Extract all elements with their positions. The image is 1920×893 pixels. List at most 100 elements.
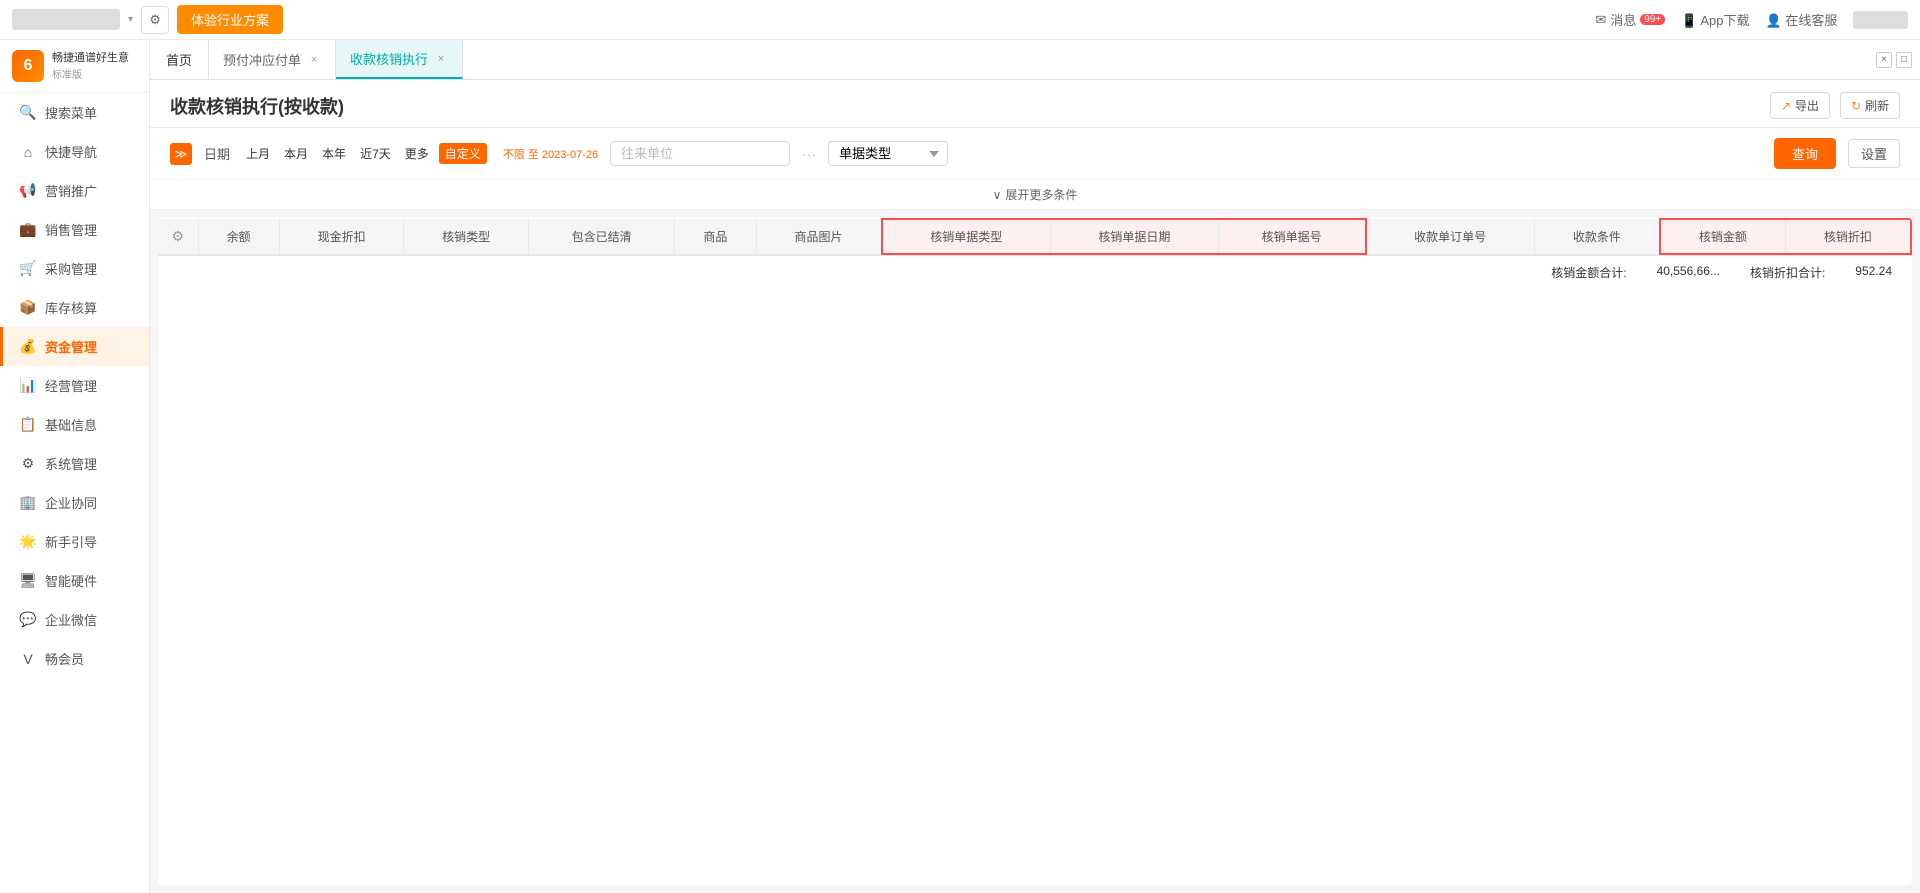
sidebar-item-management[interactable]: 📊 经营管理 <box>0 366 149 405</box>
sidebar-label-search: 搜索菜单 <box>45 103 97 122</box>
date-more[interactable]: 更多 <box>401 143 433 164</box>
basic-icon: 📋 <box>19 416 37 433</box>
sidebar-item-search[interactable]: 🔍 搜索菜单 <box>0 93 149 132</box>
date-range-text: 不限 至 2023-07-26 <box>503 149 598 161</box>
th-settings[interactable]: ⚙ <box>158 219 198 254</box>
counterparty-input[interactable] <box>610 141 790 166</box>
export-btn[interactable]: ↗ 导出 <box>1770 92 1830 119</box>
content-area: 首页 预付冲应付单 × 收款核销执行 × × □ 收款核销执行(按收款) <box>150 40 1920 893</box>
sidebar-label-inventory: 库存核算 <box>45 298 97 317</box>
top-bar-left: 企业名称 ▾ ⚙ 体验行业方案 <box>12 5 1587 34</box>
tab-receipt-label: 收款核销执行 <box>350 49 428 68</box>
th-goods-img: 商品图片 <box>756 219 882 254</box>
app-download[interactable]: 📱 App下载 <box>1681 10 1749 29</box>
tab-prepay[interactable]: 预付冲应付单 × <box>209 40 336 79</box>
table-header-row: ⚙ 余额 现金折扣 核销类型 包含已结清 商品 商品图片 核销单据类型 核销单据… <box>158 219 1911 254</box>
data-table: ⚙ 余额 现金折扣 核销类型 包含已结清 商品 商品图片 核销单据类型 核销单据… <box>158 218 1912 255</box>
th-receipt-order: 收款单订单号 <box>1366 219 1535 254</box>
bill-type-select[interactable]: 单据类型 <box>828 141 948 166</box>
top-bar-right: ✉ 消息 99+ 📱 App下载 👤 在线客服 Rit <box>1595 10 1908 29</box>
refresh-icon: ↻ <box>1851 99 1861 113</box>
company-dropdown-icon[interactable]: ▾ <box>128 14 133 25</box>
sidebar-item-inventory[interactable]: 📦 库存核算 <box>0 288 149 327</box>
sidebar-label-management: 经营管理 <box>45 376 97 395</box>
query-btn[interactable]: 查询 <box>1774 138 1836 169</box>
sidebar-label-finance: 资金管理 <box>45 337 97 356</box>
tab-home[interactable]: 首页 <box>150 40 209 79</box>
date-custom[interactable]: 自定义 <box>439 143 487 164</box>
filter-settings-btn[interactable]: 设置 <box>1848 139 1900 168</box>
settings-icon-btn[interactable]: ⚙ <box>141 6 169 34</box>
th-bill-date: 核销单据日期 <box>1050 219 1218 254</box>
sidebar-label-member: 畅会员 <box>45 649 84 668</box>
close-window-btn[interactable]: × <box>1876 52 1892 68</box>
home-icon: ⌂ <box>19 144 37 160</box>
sidebar-item-sales[interactable]: 💼 销售管理 <box>0 210 149 249</box>
date-prev-month[interactable]: 上月 <box>242 143 274 164</box>
sidebar-label-purchase: 采购管理 <box>45 259 97 278</box>
sidebar-label-basic: 基础信息 <box>45 415 97 434</box>
message-icon: ✉ <box>1595 12 1606 28</box>
th-balance: 余额 <box>198 219 279 254</box>
date-curr-month[interactable]: 本月 <box>280 143 312 164</box>
tab-receipt-close[interactable]: × <box>434 52 448 66</box>
sidebar-item-hardware[interactable]: 🖥 智能硬件 <box>0 561 149 600</box>
expand-btn[interactable]: ≫ <box>170 143 192 165</box>
industry-btn[interactable]: 体验行业方案 <box>177 5 283 34</box>
sidebar-item-basic[interactable]: 📋 基础信息 <box>0 405 149 444</box>
date-curr-year[interactable]: 本年 <box>318 143 350 164</box>
tab-prepay-close[interactable]: × <box>307 53 321 67</box>
logo-sub: 标准版 <box>52 66 129 81</box>
service-icon: 👤 <box>1766 13 1782 28</box>
maximize-window-btn[interactable]: □ <box>1896 52 1912 68</box>
page-content: 收款核销执行(按收款) ↗ 导出 ↻ 刷新 ≫ 日期 上月 <box>150 80 1920 893</box>
table-area: ⚙ 余额 现金折扣 核销类型 包含已结清 商品 商品图片 核销单据类型 核销单据… <box>158 218 1912 885</box>
top-bar: 企业名称 ▾ ⚙ 体验行业方案 ✉ 消息 99+ 📱 App下载 👤 在线客服 … <box>0 0 1920 40</box>
date-7days[interactable]: 近7天 <box>356 143 395 164</box>
footer-amount-value: 40,556,66... <box>1657 264 1720 281</box>
sidebar-label-marketing: 营销推广 <box>45 181 97 200</box>
th-cancel-type: 核销类型 <box>404 219 529 254</box>
expand-more-btn[interactable]: ∨ 展开更多条件 <box>993 186 1078 203</box>
th-bill-no: 核销单据号 <box>1218 219 1365 254</box>
footer-discount-label: 核销折扣合计: <box>1750 264 1825 281</box>
table-footer: 核销金额合计: 40,556,66... 核销折扣合计: 952.24 <box>158 255 1912 289</box>
sidebar-item-purchase[interactable]: 🛒 采购管理 <box>0 249 149 288</box>
tab-spacer <box>463 40 1876 79</box>
purchase-icon: 🛒 <box>19 260 37 277</box>
finance-icon: 💰 <box>19 338 37 355</box>
filter-bar: ≫ 日期 上月 本月 本年 近7天 更多 自定义 不限 至 2023-07-26… <box>150 128 1920 180</box>
th-goods: 商品 <box>675 219 756 254</box>
sales-icon: 💼 <box>19 221 37 238</box>
sidebar-label-enterprise: 企业协同 <box>45 493 97 512</box>
sidebar-item-wechat[interactable]: 💬 企业微信 <box>0 600 149 639</box>
th-cancel-amount: 核销金额 <box>1660 219 1786 254</box>
refresh-btn[interactable]: ↻ 刷新 <box>1840 92 1900 119</box>
filter-dots: ··· <box>802 146 816 162</box>
expand-more-icon: ∨ <box>993 188 1002 202</box>
expand-more-label: 展开更多条件 <box>1005 186 1077 203</box>
sidebar-item-enterprise[interactable]: 🏢 企业协同 <box>0 483 149 522</box>
logo-icon: 6 <box>12 50 44 82</box>
sidebar-item-finance[interactable]: 💰 资金管理 <box>0 327 149 366</box>
page-header: 收款核销执行(按收款) ↗ 导出 ↻ 刷新 <box>150 80 1920 128</box>
notification-area[interactable]: ✉ 消息 99+ <box>1595 10 1665 29</box>
window-btns: × □ <box>1876 40 1920 79</box>
tab-receipt[interactable]: 收款核销执行 × <box>336 40 463 79</box>
sidebar-item-marketing[interactable]: 📢 营销推广 <box>0 171 149 210</box>
col-settings-icon: ⚙ <box>171 228 184 244</box>
sidebar-item-system[interactable]: ⚙ 系统管理 <box>0 444 149 483</box>
sidebar-item-shortcut[interactable]: ⌂ 快捷导航 <box>0 132 149 171</box>
sidebar-label-sales: 销售管理 <box>45 220 97 239</box>
member-icon: V <box>19 651 37 667</box>
sidebar: 6 畅捷通谱好生意 标准版 🔍 搜索菜单 ⌂ 快捷导航 📢 营销推广 💼 销售管… <box>0 40 150 893</box>
sidebar-item-member[interactable]: V 畅会员 <box>0 639 149 678</box>
sidebar-label-hardware: 智能硬件 <box>45 571 97 590</box>
sidebar-item-guide[interactable]: 🌟 新手引导 <box>0 522 149 561</box>
notification-count: 99+ <box>1640 14 1665 25</box>
user-avatar: Rit <box>1853 11 1908 29</box>
hardware-icon: 🖥 <box>19 572 37 589</box>
online-service[interactable]: 👤 在线客服 <box>1766 10 1838 29</box>
guide-icon: 🌟 <box>19 533 37 550</box>
sidebar-label-system: 系统管理 <box>45 454 97 473</box>
